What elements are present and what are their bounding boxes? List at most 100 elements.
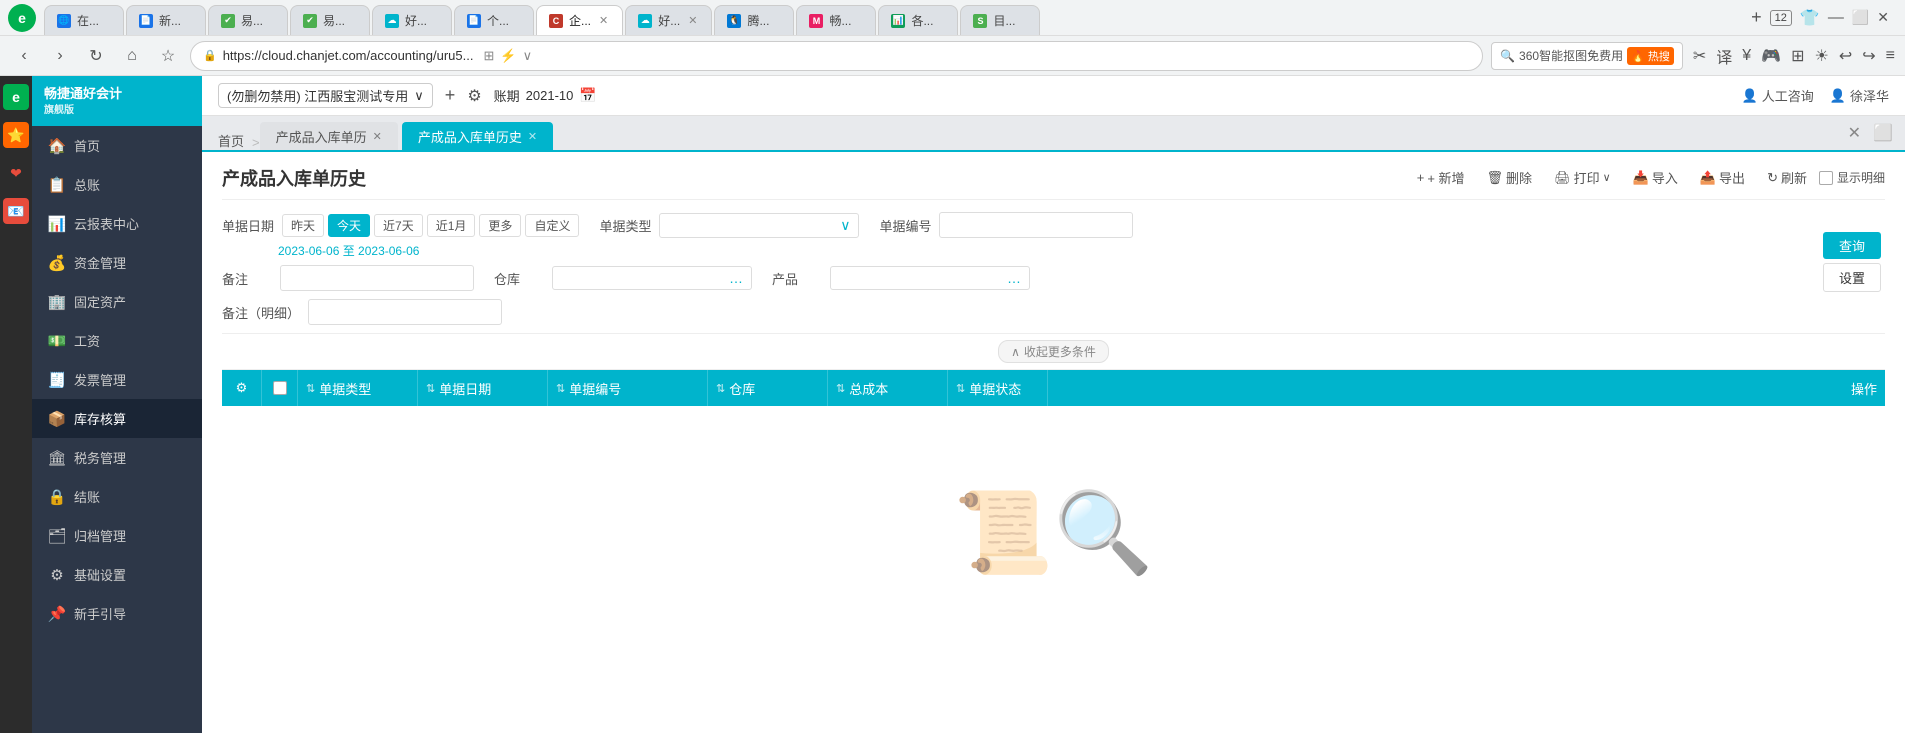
browser-tab-9[interactable]: 🐧 腾... — [714, 5, 794, 35]
redo-icon[interactable]: ↪ — [1862, 46, 1875, 66]
browser-tab-2[interactable]: 📄 新... — [126, 5, 206, 35]
export-button[interactable]: 📤 导出 — [1690, 164, 1755, 191]
page-tab-list-close[interactable]: ✕ — [373, 130, 382, 143]
add-company-button[interactable]: + — [445, 85, 456, 106]
browser-tab-5[interactable]: ☁ 好... — [372, 5, 452, 35]
browser-tab-10[interactable]: M 畅... — [796, 5, 876, 35]
refresh-button[interactable]: ↻ — [82, 42, 110, 70]
type-select[interactable]: ∨ — [659, 213, 859, 238]
browser-tab-1[interactable]: 🌐 在... — [44, 5, 124, 35]
extension-icon[interactable]: 👕 — [1800, 8, 1820, 28]
date-btn-today[interactable]: 今天 — [328, 214, 370, 237]
support-link[interactable]: 👤 人工咨询 — [1742, 86, 1814, 105]
scissors-icon[interactable]: ✂ — [1693, 46, 1706, 66]
date-btn-yesterday[interactable]: 昨天 — [282, 214, 324, 237]
sidebar-item-settings[interactable]: ⚙ 基础设置 — [32, 555, 202, 594]
sidebar-item-fixed[interactable]: 🏢 固定资产 — [32, 282, 202, 321]
date-btn-1month[interactable]: 近1月 — [427, 214, 476, 237]
th-checkbox[interactable] — [262, 370, 298, 406]
browser-app-icon[interactable]: e — [8, 4, 36, 32]
sidebar-item-invoice[interactable]: 🧾 发票管理 — [32, 360, 202, 399]
delete-button[interactable]: 🗑 删除 — [1477, 164, 1543, 191]
sidebar-item-tax[interactable]: 🏛 税务管理 — [32, 438, 202, 477]
game-icon[interactable]: 🎮 — [1761, 46, 1781, 66]
th-date[interactable]: ⇅ 单据日期 — [418, 370, 548, 406]
th-settings[interactable]: ⚙ — [222, 370, 262, 406]
sidebar-item-home[interactable]: 🏠 首页 — [32, 126, 202, 165]
th-number[interactable]: ⇅ 单据编号 — [548, 370, 708, 406]
browser-tab-8[interactable]: ☁ 好... ✕ — [625, 5, 712, 35]
right-panel-expand[interactable]: ⬜ — [1869, 123, 1897, 143]
close-window-button[interactable]: ✕ — [1877, 9, 1889, 26]
browser-tab-4[interactable]: ✔ 易... — [290, 5, 370, 35]
tab-close-7[interactable]: ✕ — [597, 13, 610, 28]
browser-tab-11[interactable]: 📊 各... — [878, 5, 958, 35]
settings-company-button[interactable]: ⚙ — [467, 86, 481, 106]
sidebar-item-archive[interactable]: 🗂 归档管理 — [32, 516, 202, 555]
print-button[interactable]: 🖨 打印 ∨ — [1544, 164, 1621, 191]
sidebar-item-inventory[interactable]: 📦 库存核算 — [32, 399, 202, 438]
collapse-button[interactable]: ∧ 收起更多条件 — [998, 340, 1109, 363]
th-type[interactable]: ⇅ 单据类型 — [298, 370, 418, 406]
theme-icon[interactable]: ☀ — [1815, 46, 1829, 66]
th-warehouse[interactable]: ⇅ 仓库 — [708, 370, 828, 406]
date-btn-more[interactable]: 更多 — [479, 214, 521, 237]
browser-tab-6[interactable]: 📄 个... — [454, 5, 534, 35]
forward-button[interactable]: › — [46, 42, 74, 70]
back-button[interactable]: ‹ — [10, 42, 38, 70]
warehouse-select[interactable]: … — [552, 266, 752, 290]
th-checkbox-box[interactable] — [273, 381, 287, 395]
page-tab-history[interactable]: 产成品入库单历史 ✕ — [402, 122, 553, 150]
sidebar-icon-2[interactable]: ❤ — [3, 160, 29, 186]
page-tab-list[interactable]: 产成品入库单历 ✕ — [260, 122, 398, 150]
tab-close-8[interactable]: ✕ — [686, 13, 699, 28]
search-box[interactable]: 🔍 360智能抠图免费用 🔥 热搜 — [1491, 42, 1683, 70]
user-info[interactable]: 👤 徐泽华 — [1830, 86, 1889, 105]
grid-icon[interactable]: ⊞ — [1791, 46, 1804, 66]
page-tabs: 首页 > 产成品入库单历 ✕ 产成品入库单历史 ✕ — [210, 116, 1840, 150]
sidebar-item-close[interactable]: 🔒 结账 — [32, 477, 202, 516]
address-dropdown[interactable]: ⊞ — [483, 48, 494, 64]
sidebar-item-salary[interactable]: 💵 工资 — [32, 321, 202, 360]
query-button[interactable]: 查询 — [1823, 232, 1881, 259]
translate-icon[interactable]: 译 — [1716, 44, 1732, 68]
right-panel-close[interactable]: ✕ — [1840, 123, 1869, 143]
number-search-input[interactable] — [939, 212, 1133, 238]
display-toggle-checkbox[interactable] — [1819, 171, 1833, 185]
home-button[interactable]: ⌂ — [118, 42, 146, 70]
wallet-icon[interactable]: ¥ — [1742, 47, 1751, 65]
app-logo-icon[interactable]: e — [3, 84, 29, 110]
minimize-button[interactable]: — — [1828, 9, 1844, 27]
page-tab-history-close[interactable]: ✕ — [528, 130, 537, 143]
import-button[interactable]: 📥 导入 — [1623, 164, 1688, 191]
remark-detail-input[interactable] — [308, 299, 502, 325]
company-selector[interactable]: (勿删勿禁用) 江西服宝测试专用 ∨ — [218, 83, 433, 108]
refresh-button[interactable]: ↻ 刷新 — [1757, 164, 1817, 191]
settings-button[interactable]: 设置 — [1823, 263, 1881, 292]
th-cost[interactable]: ⇅ 总成本 — [828, 370, 948, 406]
browser-tab-12[interactable]: S 目... — [960, 5, 1040, 35]
sidebar-item-fund[interactable]: 💰 资金管理 — [32, 243, 202, 282]
sidebar-item-report[interactable]: 📊 云报表中心 — [32, 204, 202, 243]
address-chevron[interactable]: ∨ — [523, 48, 533, 64]
browser-tab-7[interactable]: C 企... ✕ — [536, 5, 623, 35]
sidebar-item-ledger[interactable]: 📋 总账 — [32, 165, 202, 204]
product-select[interactable]: … — [830, 266, 1030, 290]
sidebar-icon-1[interactable]: ⭐ — [3, 122, 29, 148]
more-icon[interactable]: ≡ — [1886, 47, 1895, 65]
calendar-icon[interactable]: 📅 — [579, 87, 596, 104]
bookmark-button[interactable]: ☆ — [154, 42, 182, 70]
sidebar-icon-3[interactable]: 📧 — [3, 198, 29, 224]
browser-tab-3[interactable]: ✔ 易... — [208, 5, 288, 35]
th-status[interactable]: ⇅ 单据状态 — [948, 370, 1048, 406]
breadcrumb-home[interactable]: 首页 — [210, 131, 252, 150]
maximize-button[interactable]: ⬜ — [1852, 9, 1869, 26]
remark-search-input[interactable] — [280, 265, 474, 291]
add-button[interactable]: + + 新增 — [1407, 164, 1475, 191]
undo-icon[interactable]: ↩ — [1839, 46, 1852, 66]
sidebar-item-newentry[interactable]: 📌 新手引导 — [32, 594, 202, 633]
date-btn-7days[interactable]: 近7天 — [374, 214, 423, 237]
new-tab-button[interactable]: + — [1751, 7, 1762, 28]
date-btn-custom[interactable]: 自定义 — [525, 214, 579, 237]
address-bar[interactable]: 🔒 https://cloud.chanjet.com/accounting/u… — [190, 41, 1483, 71]
